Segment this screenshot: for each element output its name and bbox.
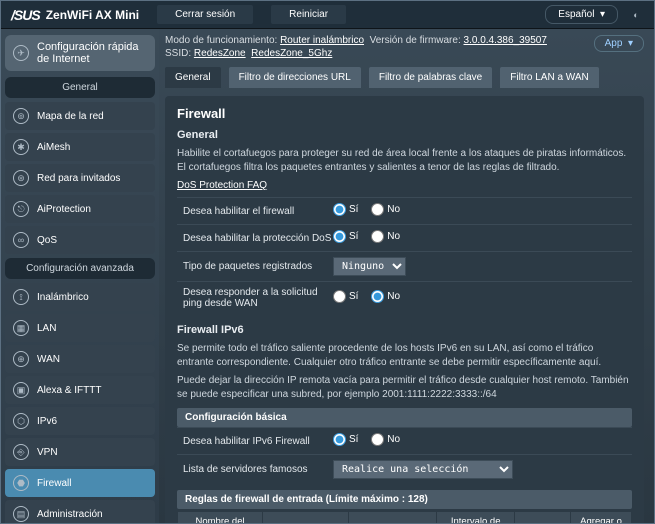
enable-dos-yes[interactable]: Sí (333, 230, 358, 243)
nav-icon: ▤ (13, 506, 29, 522)
col-header: Dirección IP local (348, 512, 437, 524)
enable-dos-no[interactable]: No (371, 230, 400, 243)
nav-icon: ∞ (13, 232, 29, 248)
sidebar-item-wan[interactable]: ⊕ WAN (5, 345, 155, 373)
col-header: Nombre del servicio (178, 512, 263, 524)
nav-label: QoS (37, 235, 57, 246)
dos-faq-link[interactable]: DoS Protection FAQ (177, 180, 267, 191)
sidebar-item-vpn[interactable]: ⎆ VPN (5, 438, 155, 466)
sidebar: ✈ Configuración rápida de Internet Gener… (1, 29, 159, 523)
nav-label: LAN (37, 323, 56, 334)
firewall-panel: Firewall General Habilite el cortafuegos… (165, 96, 644, 523)
nav-icon: ⎆ (13, 444, 29, 460)
nav-label: Firewall (37, 478, 71, 489)
nav-icon: ⬣ (13, 475, 29, 491)
logout-button[interactable]: Cerrar sesión (157, 5, 253, 24)
col-header: Agregar o eliminar (571, 512, 632, 524)
nav-label: IPv6 (37, 416, 57, 427)
page-title: Firewall (177, 106, 632, 121)
nav-label: Alexa & IFTTT (37, 385, 101, 396)
tab-strip: General Filtro de direcciones URL Filtro d… (165, 67, 644, 88)
packet-type-select[interactable]: Ninguno (333, 257, 406, 276)
section-header-general: General (5, 77, 155, 98)
sidebar-item-qos[interactable]: ∞ QoS (5, 226, 155, 254)
general-subtitle: General (177, 129, 632, 141)
model-name: ZenWiFi AX Mini (46, 8, 139, 22)
nav-icon: ⊚ (13, 108, 29, 124)
sidebar-item-aimesh[interactable]: ✱ AiMesh (5, 133, 155, 161)
nav-label: Inalámbrico (37, 292, 89, 303)
nav-label: WAN (37, 354, 60, 365)
enable-ipv6fw-yes[interactable]: Sí (333, 433, 358, 446)
ipv6-desc-2: Puede dejar la dirección IP remota vacía… (177, 374, 632, 402)
tab-filtro-de-palabras-clave[interactable]: Filtro de palabras clave (369, 67, 492, 88)
sidebar-item-administraci-n[interactable]: ▤ Administración (5, 500, 155, 523)
sidebar-item-ipv6[interactable]: ⬡ IPv6 (5, 407, 155, 435)
ipv6-subtitle: Firewall IPv6 (177, 324, 632, 336)
nav-label: Red para invitados (37, 173, 120, 184)
top-bar: /SUS ZenWiFi AX Mini Cerrar sesión Reini… (1, 1, 654, 29)
quick-internet-setup[interactable]: ✈ Configuración rápida de Internet (5, 35, 155, 71)
tab-filtro-de-direcciones-url[interactable]: Filtro de direcciones URL (229, 67, 361, 88)
enable-dos-label: Desea habilitar la protección DoS (183, 233, 333, 244)
brand-logo: /SUS (11, 7, 40, 23)
ssid-row: SSID: RedesZone RedesZone_5Ghz (165, 48, 644, 59)
ping-wan-yes[interactable]: Sí (333, 290, 358, 303)
col-header: Intervalo de puertos (437, 512, 515, 524)
nav-icon: ✱ (13, 139, 29, 155)
globe-icon: ✈ (13, 45, 29, 61)
content-panel: App ▾ Modo de funcionamiento: Router ina… (159, 29, 654, 523)
tab-filtro-lan-a-wan[interactable]: Filtro LAN a WAN (500, 67, 599, 88)
sidebar-item-alexa-ifttt[interactable]: ▣ Alexa & IFTTT (5, 376, 155, 404)
col-header: Remote IP/CIDR (263, 512, 349, 524)
sidebar-item-mapa-de-la-red[interactable]: ⊚ Mapa de la red (5, 102, 155, 130)
nav-label: AiProtection (37, 204, 91, 215)
firmware-link[interactable]: 3.0.0.4.386_39507 (464, 35, 547, 46)
nav-label: AiMesh (37, 142, 70, 153)
theme-icon[interactable]: ◐ (628, 7, 644, 23)
language-selector[interactable]: Español ▾ (545, 5, 618, 24)
nav-icon: ▣ (13, 382, 29, 398)
rules-table: Nombre del servicioRemote IP/CIDRDirecci… (177, 511, 632, 523)
quick-setup-label: Configuración rápida de Internet (37, 41, 147, 65)
basic-config-header: Configuración básica (177, 408, 632, 427)
nav-icon: ⊕ (13, 351, 29, 367)
nav-icon: ⬡ (13, 413, 29, 429)
famous-servers-label: Lista de servidores famosos (183, 464, 333, 475)
reboot-button[interactable]: Reiniciar (271, 5, 346, 24)
enable-firewall-no[interactable]: No (371, 203, 400, 216)
nav-label: Mapa de la red (37, 111, 104, 122)
sidebar-item-lan[interactable]: ▦ LAN (5, 314, 155, 342)
col-header: Protocolo (515, 512, 571, 524)
enable-firewall-label: Desea habilitar el firewall (183, 206, 333, 217)
inbound-rules-header: Reglas de firewall de entrada (Límite má… (177, 490, 632, 509)
ipv6-desc-1: Se permite todo el tráfico saliente proc… (177, 342, 632, 370)
nav-icon: ⎋ (13, 201, 29, 217)
ping-wan-no[interactable]: No (371, 290, 400, 303)
enable-ipv6fw-no[interactable]: No (371, 433, 400, 446)
op-mode-link[interactable]: Router inalámbrico (280, 35, 364, 46)
nav-icon: ⊛ (13, 170, 29, 186)
app-badge[interactable]: App ▾ (594, 35, 644, 52)
packet-type-label: Tipo de paquetes registrados (183, 261, 333, 272)
sidebar-item-inal-mbrico[interactable]: ⟟ Inalámbrico (5, 283, 155, 311)
famous-servers-select[interactable]: Realice una selección (333, 460, 513, 479)
tab-general[interactable]: General (165, 67, 221, 88)
nav-label: Administración (37, 509, 103, 520)
enable-ipv6fw-label: Desea habilitar IPv6 Firewall (183, 436, 333, 447)
nav-icon: ▦ (13, 320, 29, 336)
nav-icon: ⟟ (13, 289, 29, 305)
sidebar-item-firewall[interactable]: ⬣ Firewall (5, 469, 155, 497)
ping-wan-label: Desea responder a la solicitud ping desd… (183, 287, 333, 309)
enable-firewall-yes[interactable]: Sí (333, 203, 358, 216)
nav-label: VPN (37, 447, 58, 458)
section-header-advanced: Configuración avanzada (5, 258, 155, 279)
general-desc: Habilite el cortafuegos para proteger su… (177, 147, 632, 175)
op-mode-row: Modo de funcionamiento: Router inalámbri… (165, 35, 644, 46)
sidebar-item-aiprotection[interactable]: ⎋ AiProtection (5, 195, 155, 223)
sidebar-item-red-para-invitados[interactable]: ⊛ Red para invitados (5, 164, 155, 192)
